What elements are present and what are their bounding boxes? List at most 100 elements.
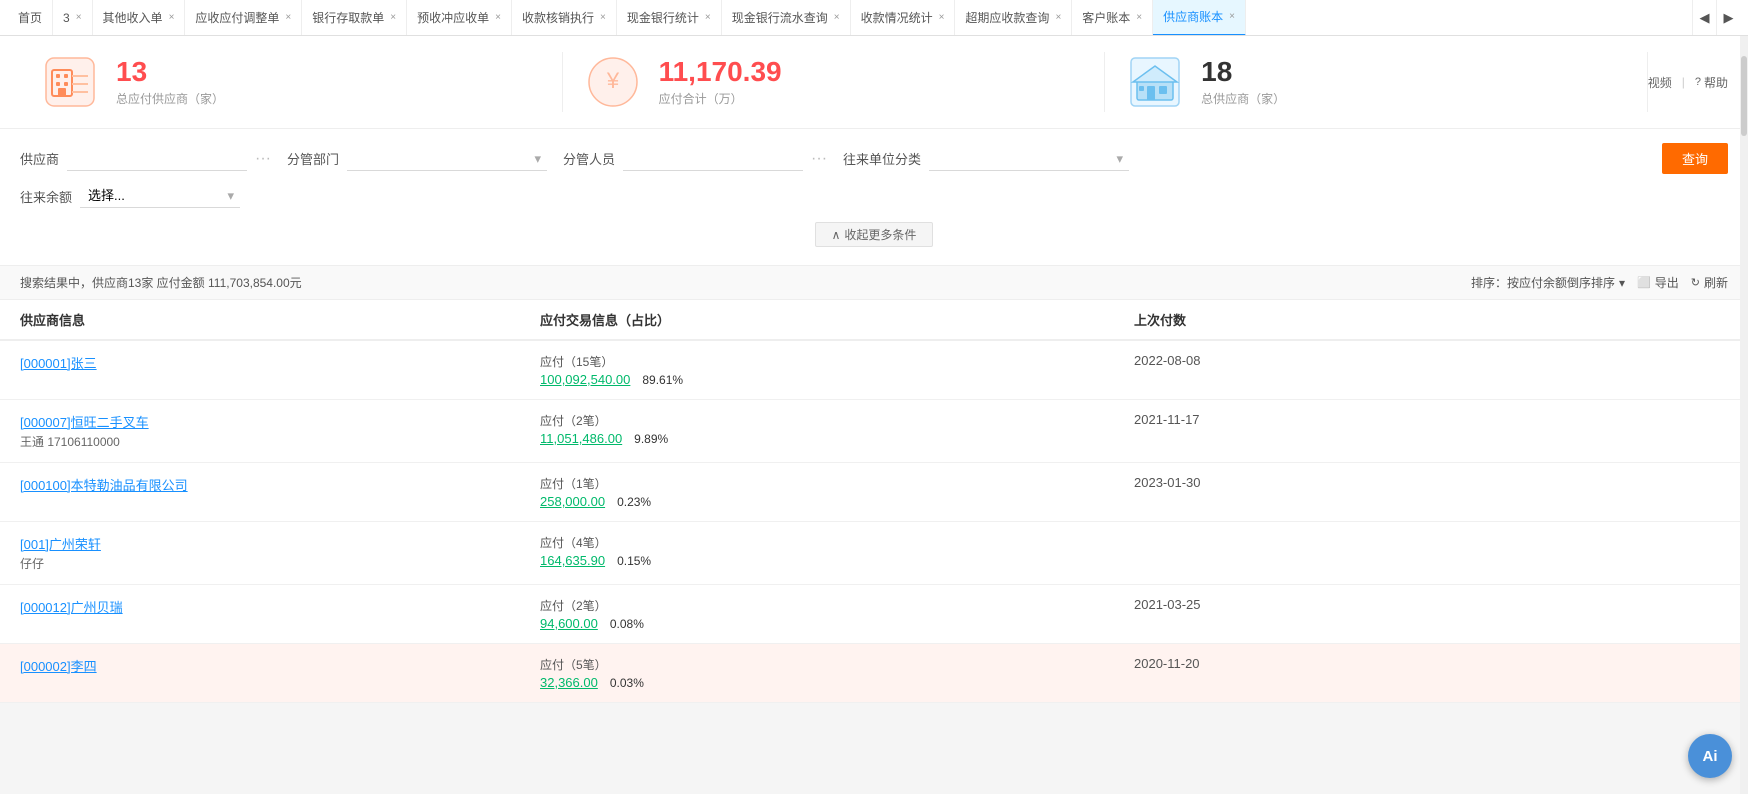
tx-amount[interactable]: 164,635.90 — [540, 553, 605, 568]
refresh-button[interactable]: ↻ 刷新 — [1691, 274, 1728, 291]
question-icon: ? — [1695, 76, 1701, 88]
close-icon[interactable]: × — [939, 12, 945, 23]
video-link[interactable]: 视频 — [1648, 74, 1672, 91]
tx-row: 258,000.00 0.23% — [540, 492, 1134, 509]
total-suppliers-label: 总供应商（家） — [1201, 90, 1285, 107]
last-pay-cell: 2021-03-25 — [1134, 597, 1728, 612]
refresh-icon: ↻ — [1691, 276, 1700, 289]
close-icon[interactable]: × — [834, 12, 840, 23]
supplier-sub: 王通 17106110000 — [20, 433, 540, 450]
tx-amount[interactable]: 258,000.00 — [540, 494, 605, 509]
tx-amount[interactable]: 100,092,540.00 — [540, 372, 630, 387]
total-suppliers-count: 18 — [1201, 58, 1285, 86]
sort-button[interactable]: 排序：按应付余额倒序排序 ▾ — [1471, 274, 1625, 291]
top-navigation: 首页 3 × 其他收入单 × 应收应付调整单 × 银行存取款单 × 预收冲应收单… — [0, 0, 1748, 36]
supplier-filter: 供应商 ··· — [20, 147, 271, 171]
last-pay-cell: 2022-08-08 — [1134, 353, 1728, 368]
person-more-icon[interactable]: ··· — [811, 150, 827, 168]
nav-tab-home[interactable]: 首页 — [8, 0, 53, 36]
tx-row: 164,635.90 0.15% — [540, 551, 1134, 568]
nav-prev-button[interactable]: ◀ — [1692, 0, 1716, 36]
tx-amount[interactable]: 94,600.00 — [540, 616, 598, 631]
sort-icon: ▾ — [1619, 276, 1625, 290]
balance-filter-label: 往来余额 — [20, 187, 72, 206]
collapse-button[interactable]: ∧ 收起更多条件 — [815, 222, 934, 247]
tx-amount[interactable]: 32,366.00 — [540, 675, 598, 690]
nav-tab-3[interactable]: 3 × — [53, 0, 93, 36]
close-icon[interactable]: × — [390, 12, 396, 23]
department-filter: 分管部门 — [287, 147, 547, 171]
store-icon — [1125, 52, 1185, 112]
tx-pct: 89.61% — [642, 373, 683, 387]
last-pay-cell: 2020-11-20 — [1134, 656, 1728, 671]
supplier-link[interactable]: [001]广州荣轩 — [20, 534, 540, 553]
nav-tab-pre-collect[interactable]: 预收冲应收单 × — [407, 0, 512, 36]
supplier-link[interactable]: [000012]广州贝瑞 — [20, 597, 540, 616]
tx-label: 应付（15笔） — [540, 353, 1134, 370]
balance-filter: 往来余额 选择... — [20, 184, 240, 208]
supplier-icon — [40, 52, 100, 112]
export-button[interactable]: ⬜ 导出 — [1637, 274, 1679, 291]
summary-card-suppliers: 13 总应付供应商（家） — [20, 52, 563, 112]
table-row: [001]广州荣轩 仔仔 应付（4笔） 164,635.90 0.15% — [0, 522, 1748, 585]
nav-tab-overdue-query[interactable]: 超期应收款查询 × — [955, 0, 1072, 36]
supplier-link[interactable]: [000001]张三 — [20, 353, 540, 372]
filter-row-1: 供应商 ··· 分管部门 分管人员 ··· 往来单位分类 查询 — [20, 143, 1728, 174]
nav-next-button[interactable]: ▶ — [1716, 0, 1740, 36]
svg-text:¥: ¥ — [605, 68, 619, 93]
nav-tab-collection-write-off[interactable]: 收款核销执行 × — [512, 0, 617, 36]
close-icon[interactable]: × — [1136, 12, 1142, 23]
nav-tab-other-income[interactable]: 其他收入单 × — [93, 0, 186, 36]
search-button[interactable]: 查询 — [1662, 143, 1728, 174]
last-pay-cell: 2023-01-30 — [1134, 475, 1728, 490]
tx-row: 32,366.00 0.03% — [540, 673, 1134, 690]
nav-tab-customer-ledger[interactable]: 客户账本 × — [1072, 0, 1153, 36]
close-icon[interactable]: × — [1229, 11, 1235, 22]
table-row: [000001]张三 应付（15笔） 100,092,540.00 89.61%… — [0, 341, 1748, 400]
last-pay-cell: 2021-11-17 — [1134, 412, 1728, 427]
tx-label: 应付（2笔） — [540, 412, 1134, 429]
close-icon[interactable]: × — [285, 12, 291, 23]
supplier-link[interactable]: [000007]恒旺二手叉车 — [20, 412, 540, 431]
close-icon[interactable]: × — [600, 12, 606, 23]
supplier-filter-label: 供应商 — [20, 149, 59, 168]
payable-amount: 11,170.39 — [659, 58, 782, 86]
result-actions: 排序：按应付余额倒序排序 ▾ ⬜ 导出 ↻ 刷新 — [1471, 274, 1728, 291]
person-filter-label: 分管人员 — [563, 149, 615, 168]
nav-tab-supplier-ledger[interactable]: 供应商账本 × — [1153, 0, 1246, 36]
supplier-link[interactable]: [000100]本特勒油品有限公司 — [20, 475, 540, 494]
tx-pct: 0.15% — [617, 554, 651, 568]
close-icon[interactable]: × — [1055, 12, 1061, 23]
balance-select-wrap: 选择... — [80, 184, 240, 208]
department-select[interactable] — [347, 147, 547, 171]
supplier-link[interactable]: [000002]李四 — [20, 656, 540, 675]
nav-tab-cash-bank-stat[interactable]: 现金银行统计 × — [617, 0, 722, 36]
summary-info-total-suppliers: 18 总供应商（家） — [1201, 58, 1285, 107]
payable-icon: ¥ — [583, 52, 643, 112]
person-input[interactable] — [623, 147, 803, 171]
close-icon[interactable]: × — [76, 12, 82, 23]
supplier-input[interactable] — [67, 147, 247, 171]
summary-bar: 13 总应付供应商（家） ¥ 11,170.39 应付合计（万） — [0, 36, 1748, 129]
nav-tab-bank-deposit[interactable]: 银行存取款单 × — [302, 0, 407, 36]
scrollbar-thumb[interactable] — [1741, 56, 1747, 136]
last-pay-date: 2023-01-30 — [1134, 475, 1201, 490]
col-header-tx: 应付交易信息（占比） — [540, 310, 1134, 329]
tx-pct: 0.03% — [610, 676, 644, 690]
person-filter: 分管人员 ··· — [563, 147, 827, 171]
tx-amount[interactable]: 11,051,486.00 — [540, 431, 622, 446]
supplier-more-icon[interactable]: ··· — [255, 150, 271, 168]
suppliers-count: 13 — [116, 58, 224, 86]
nav-tab-collection-stat[interactable]: 收款情况统计 × — [851, 0, 956, 36]
close-icon[interactable]: × — [495, 12, 501, 23]
category-select[interactable] — [929, 147, 1129, 171]
close-icon[interactable]: × — [705, 12, 711, 23]
tx-pct: 0.08% — [610, 617, 644, 631]
ai-badge[interactable]: Ai — [1688, 734, 1732, 778]
nav-tab-cash-bank-flow[interactable]: 现金银行流水查询 × — [722, 0, 851, 36]
close-icon[interactable]: × — [169, 12, 175, 23]
scrollbar[interactable] — [1740, 36, 1748, 794]
nav-tab-ar-ap-adjust[interactable]: 应收应付调整单 × — [185, 0, 302, 36]
balance-select[interactable]: 选择... — [80, 184, 240, 208]
help-link[interactable]: ? 帮助 — [1695, 74, 1728, 91]
